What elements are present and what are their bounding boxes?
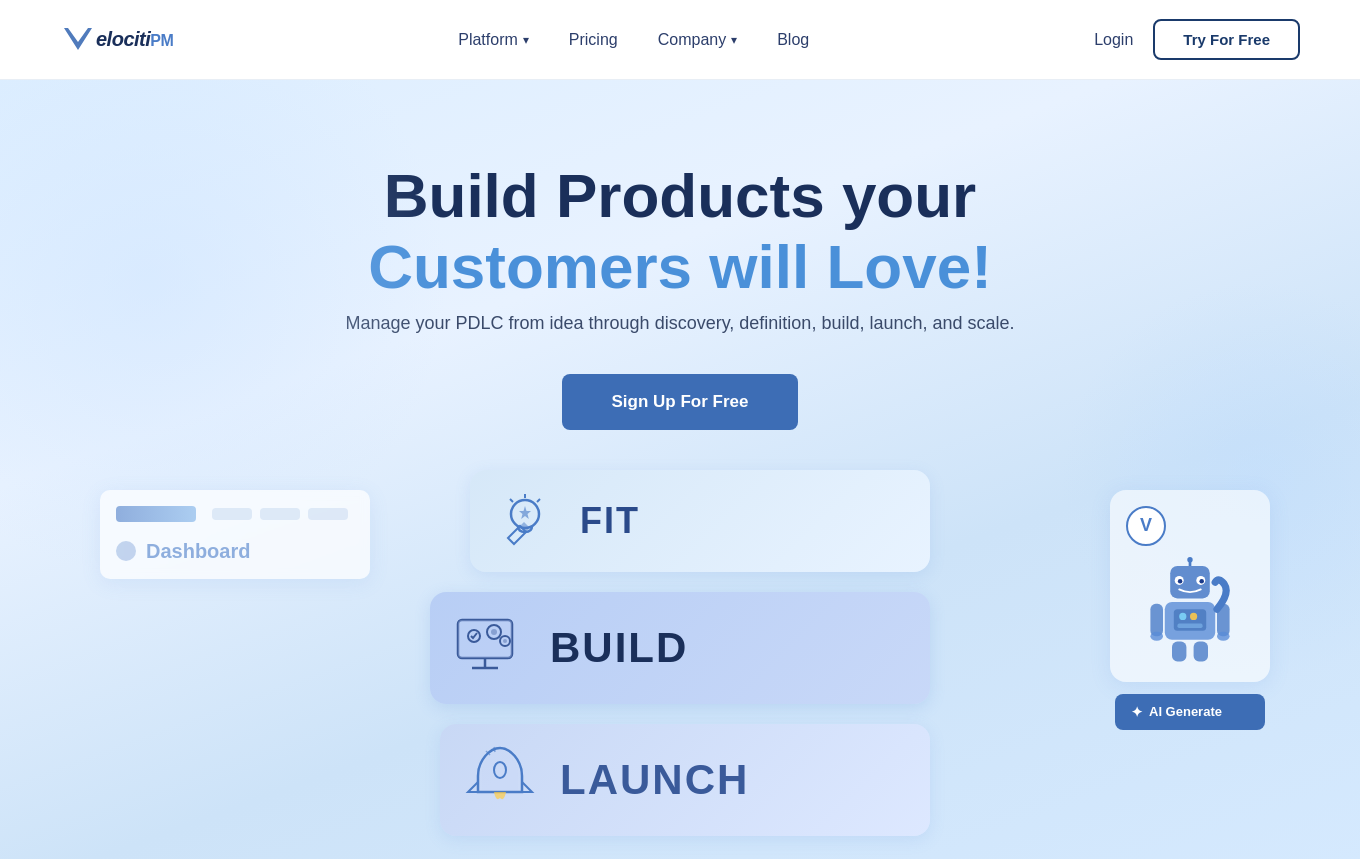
nav-blog[interactable]: Blog [777, 31, 809, 49]
nav-links: Platform ▾ Pricing Company ▾ Blog [458, 31, 809, 49]
try-for-free-button[interactable]: Try For Free [1153, 19, 1300, 60]
sparkle-icon: ✦ [1131, 704, 1143, 720]
svg-point-19 [1187, 557, 1192, 562]
sign-up-button[interactable]: Sign Up For Free [562, 374, 799, 430]
ai-generate-button[interactable]: ✦ AI Generate [1115, 694, 1265, 730]
nav-right: Login Try For Free [1094, 19, 1300, 60]
logo[interactable]: elocitiPM [60, 22, 173, 58]
hero-title: Build Products your Customers will Love! [368, 160, 992, 303]
svg-point-22 [1178, 579, 1183, 584]
dashboard-panel: Dashboard [100, 490, 370, 579]
svg-point-13 [503, 639, 507, 643]
panel-pill-3 [308, 508, 348, 520]
svg-point-27 [1190, 612, 1197, 619]
hero-section: Build Products your Customers will Love!… [0, 80, 1360, 859]
launch-icon [460, 740, 540, 820]
fit-label: FIT [580, 500, 640, 542]
company-chevron-icon: ▾ [731, 33, 737, 47]
svg-rect-6 [458, 620, 512, 658]
hero-subtitle: Manage your PDLC from idea through disco… [345, 313, 1014, 334]
svg-line-3 [537, 499, 540, 502]
svg-line-2 [510, 499, 513, 502]
svg-point-31 [1150, 631, 1163, 640]
launch-card: LAUNCH [440, 724, 930, 836]
fit-icon [490, 486, 560, 556]
svg-line-16 [494, 747, 495, 752]
build-icon [450, 608, 530, 688]
robot-icon [1145, 556, 1235, 666]
center-cards: FIT [430, 470, 930, 836]
svg-point-32 [1217, 631, 1230, 640]
ai-robot-container: V [1110, 490, 1270, 682]
nav-platform[interactable]: Platform ▾ [458, 31, 529, 49]
build-label: BUILD [550, 624, 688, 672]
panel-pill-2 [260, 508, 300, 520]
svg-marker-4 [519, 506, 531, 519]
illustration-area: Dashboard [0, 490, 1360, 859]
nav-company[interactable]: Company ▾ [658, 31, 737, 49]
svg-rect-28 [1177, 623, 1202, 628]
navbar: elocitiPM Platform ▾ Pricing Company ▾ B… [0, 0, 1360, 80]
logo-text: elocitiPM [96, 28, 173, 51]
ai-panel: V [1100, 490, 1280, 730]
logo-icon [60, 22, 96, 58]
login-button[interactable]: Login [1094, 31, 1133, 49]
dashboard-dot-icon [116, 541, 136, 561]
dashboard-label: Dashboard [116, 540, 354, 563]
svg-point-23 [1199, 579, 1204, 584]
svg-point-26 [1179, 612, 1186, 619]
mini-logo [116, 506, 196, 522]
svg-rect-34 [1194, 641, 1208, 661]
launch-label: LAUNCH [560, 756, 749, 804]
panel-header [116, 506, 354, 522]
panel-pill-1 [212, 508, 252, 520]
v-badge: V [1126, 506, 1166, 546]
svg-point-11 [491, 629, 497, 635]
svg-rect-29 [1150, 603, 1163, 635]
nav-pricing[interactable]: Pricing [569, 31, 618, 49]
build-card: BUILD [430, 592, 930, 704]
fit-card: FIT [470, 470, 930, 572]
svg-rect-33 [1172, 641, 1186, 661]
platform-chevron-icon: ▾ [523, 33, 529, 47]
panel-nav [212, 508, 348, 520]
